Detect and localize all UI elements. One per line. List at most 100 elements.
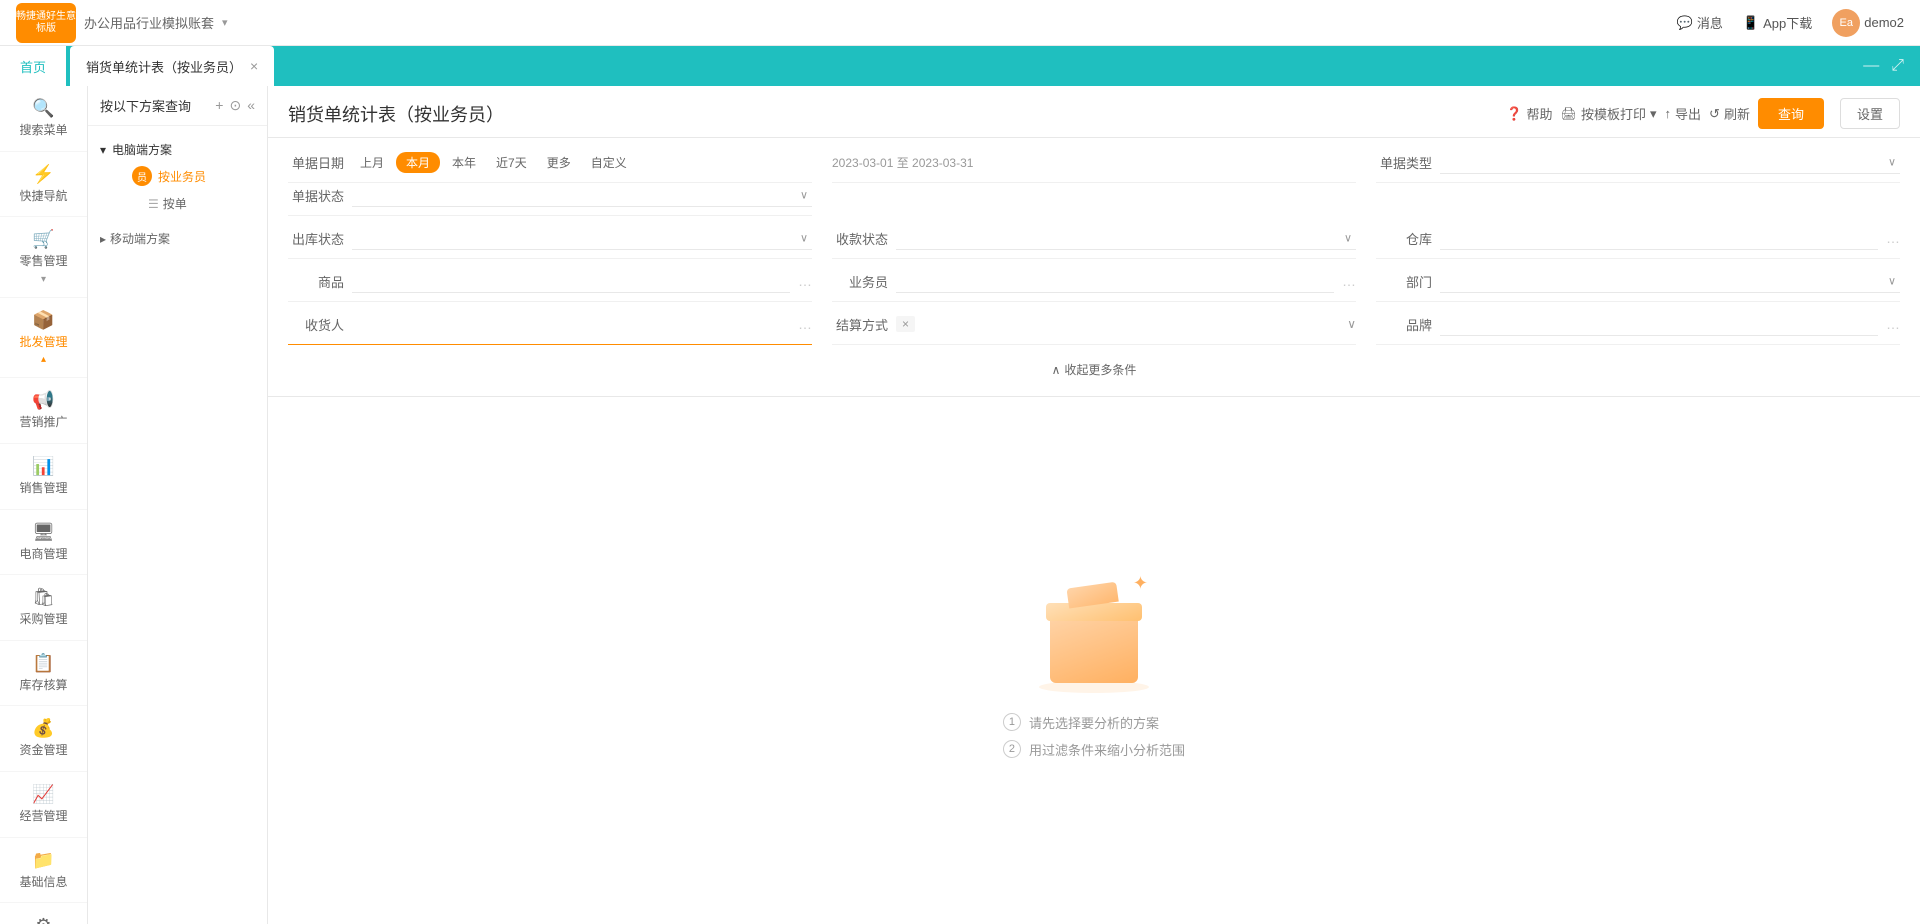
avatar: Ea xyxy=(1832,9,1860,37)
salesperson-dots[interactable]: … xyxy=(1342,273,1356,289)
date-tab-7days[interactable]: 近7天 xyxy=(488,152,535,173)
date-tab-custom[interactable]: 自定义 xyxy=(583,152,635,173)
add-scheme-icon[interactable]: + xyxy=(215,97,223,114)
payment-arrow[interactable]: ∨ xyxy=(1347,317,1356,331)
payment-tag: × xyxy=(896,316,915,332)
sidebar-item-system[interactable]: ⚙ 系统管理 xyxy=(0,903,87,924)
app-title-dropdown[interactable]: ▾ xyxy=(222,16,228,29)
sidebar-label-ecommerce: 电商管理 xyxy=(19,547,67,563)
help-label: 帮助 xyxy=(1526,104,1552,123)
query-button[interactable]: 查询 xyxy=(1758,98,1824,129)
warehouse-dots[interactable]: … xyxy=(1886,230,1900,246)
tabbar: 首页 销货单统计表（按业务员） × — ⤢ xyxy=(0,46,1920,86)
sidebar-item-operation[interactable]: 📈 经营管理 xyxy=(0,772,87,838)
mobile-scheme-arrow: ▸ xyxy=(100,232,106,246)
collapse-btn[interactable]: ∧ 收起更多条件 xyxy=(1052,361,1137,378)
receiver-input[interactable] xyxy=(352,313,790,336)
tab-close-icon[interactable]: × xyxy=(250,58,258,74)
sidebar-item-sales[interactable]: 📊 销售管理 xyxy=(0,444,87,510)
sidebar-item-wholesale[interactable]: 📦 批发管理 ▴ xyxy=(0,298,87,379)
sidebar-item-inventory[interactable]: 📋 库存核算 xyxy=(0,641,87,707)
warehouse-input[interactable] xyxy=(1440,226,1878,250)
message-btn[interactable]: 💬 消息 xyxy=(1677,13,1723,32)
doc-type-label: 单据类型 xyxy=(1376,153,1432,172)
order-icon: ☰ xyxy=(148,197,159,211)
tab-minimize-icon[interactable]: — xyxy=(1863,57,1879,75)
filter-cell-goods: 商品 … xyxy=(288,269,812,302)
wholesale-icon: 📦 xyxy=(32,310,54,331)
warehouse-control xyxy=(1440,226,1878,250)
tab-active[interactable]: 销货单统计表（按业务员） × xyxy=(70,46,274,86)
ecommerce-icon: 🖥 xyxy=(32,522,55,543)
settings-button[interactable]: 设置 xyxy=(1840,98,1900,129)
template-print-btn[interactable]: 🖨 按模板打印 ▾ xyxy=(1560,104,1656,123)
goods-input[interactable] xyxy=(352,269,790,293)
scheme-item-circle: 员 xyxy=(132,166,152,186)
filter-cell-collectstatus: 收款状态 ∨ xyxy=(832,226,1356,259)
collect-status-select[interactable] xyxy=(896,226,1356,250)
collect-status-control: ∨ xyxy=(896,226,1356,250)
brand-input[interactable] xyxy=(1440,312,1878,336)
template-print-icon: 🖨 xyxy=(1560,106,1577,122)
sidebar-item-search[interactable]: 🔍 搜索菜单 xyxy=(0,86,87,152)
avatar-initials: Ea xyxy=(1840,17,1853,29)
doc-type-select[interactable] xyxy=(1440,150,1900,174)
sales-icon: 📊 xyxy=(32,456,54,477)
mobile-scheme-title[interactable]: ▸ 移动端方案 xyxy=(100,226,255,251)
desktop-scheme-title[interactable]: ▾ 电脑端方案 xyxy=(100,138,255,161)
date-tab-more[interactable]: 更多 xyxy=(539,152,579,173)
doc-status-control: ∨ xyxy=(352,183,812,207)
export-btn[interactable]: ↑ 导出 xyxy=(1665,104,1702,123)
message-label: 消息 xyxy=(1697,13,1723,32)
date-tab-year[interactable]: 本年 xyxy=(444,152,484,173)
collapse-panel-icon[interactable]: « xyxy=(247,97,255,114)
user-menu[interactable]: Ea demo2 xyxy=(1832,9,1904,37)
scheme-section: ▾ 电脑端方案 员 按业务员 ☰ 按单 ▸ 移动端方案 xyxy=(88,126,267,261)
empty-tip-1: 1 请先选择要分析的方案 xyxy=(1003,713,1185,732)
empty-tip-1-text: 请先选择要分析的方案 xyxy=(1029,713,1159,732)
brand-dots[interactable]: … xyxy=(1886,316,1900,332)
refresh-btn[interactable]: ↺ 刷新 xyxy=(1709,104,1750,123)
refresh-label: 刷新 xyxy=(1724,104,1750,123)
help-btn[interactable]: ❓ 帮助 xyxy=(1506,104,1552,123)
sidebar-item-finance[interactable]: 💰 资金管理 xyxy=(0,706,87,772)
filter-cell-date: 单据日期 上月 本月 本年 近7天 更多 自定义 xyxy=(288,150,812,183)
tab-maximize-icon[interactable]: ⤢ xyxy=(1891,57,1904,75)
filter-cell-receiver: 收货人 … xyxy=(288,312,812,345)
brand-control xyxy=(1440,312,1878,336)
sidebar-item-purchase[interactable]: 🛍 采购管理 xyxy=(0,575,87,641)
retail-icon: 🛒 xyxy=(32,229,54,250)
receiver-dots[interactable]: … xyxy=(798,316,812,332)
doc-status-select[interactable] xyxy=(352,183,812,207)
export-icon: ↑ xyxy=(1665,106,1672,121)
salesperson-input[interactable] xyxy=(896,269,1334,293)
sidebar-item-ecommerce[interactable]: 🖥 电商管理 xyxy=(0,510,87,576)
department-select[interactable] xyxy=(1440,269,1900,293)
out-status-select[interactable] xyxy=(352,226,812,250)
sidebar-item-retail[interactable]: 🛒 零售管理 ▾ xyxy=(0,217,87,298)
payment-tag-x[interactable]: × xyxy=(902,317,909,331)
date-tab-current-month[interactable]: 本月 xyxy=(396,152,440,173)
collapse-label: 收起更多条件 xyxy=(1064,361,1136,378)
filter-area: 单据日期 上月 本月 本年 近7天 更多 自定义 2023-03-01 至 20… xyxy=(268,138,1920,397)
payment-label: 结算方式 xyxy=(832,315,888,334)
date-tab-prev-month[interactable]: 上月 xyxy=(352,152,392,173)
sidebar-item-quicknav[interactable]: ⚡ 快捷导航 xyxy=(0,152,87,218)
sidebar-label-sales: 销售管理 xyxy=(19,481,67,497)
tab-home[interactable]: 首页 xyxy=(0,46,66,86)
sidebar-item-marketing[interactable]: 📢 营销推广 xyxy=(0,378,87,444)
export-label: 导出 xyxy=(1675,104,1701,123)
settings-scheme-icon[interactable]: ⊙ xyxy=(229,97,241,114)
desktop-scheme-group: ▾ 电脑端方案 员 按业务员 ☰ 按单 xyxy=(88,132,267,222)
goods-dots[interactable]: … xyxy=(798,273,812,289)
scheme-item-salesperson[interactable]: 员 按业务员 xyxy=(100,161,255,191)
sidebar-label-base: 基础信息 xyxy=(19,875,67,891)
template-print-arrow: ▾ xyxy=(1650,106,1657,122)
scheme-sub-item-order[interactable]: ☰ 按单 xyxy=(100,191,255,216)
collapse-row: ∧ 收起更多条件 xyxy=(288,355,1900,384)
filter-cell-outstatus: 出库状态 ∨ xyxy=(288,226,812,259)
refresh-icon: ↺ xyxy=(1709,106,1720,122)
sidebar-item-base[interactable]: 📁 基础信息 xyxy=(0,838,87,904)
app-download-btn[interactable]: 📱 App下载 xyxy=(1743,13,1812,32)
sidebar-label-operation: 经营管理 xyxy=(19,809,67,825)
